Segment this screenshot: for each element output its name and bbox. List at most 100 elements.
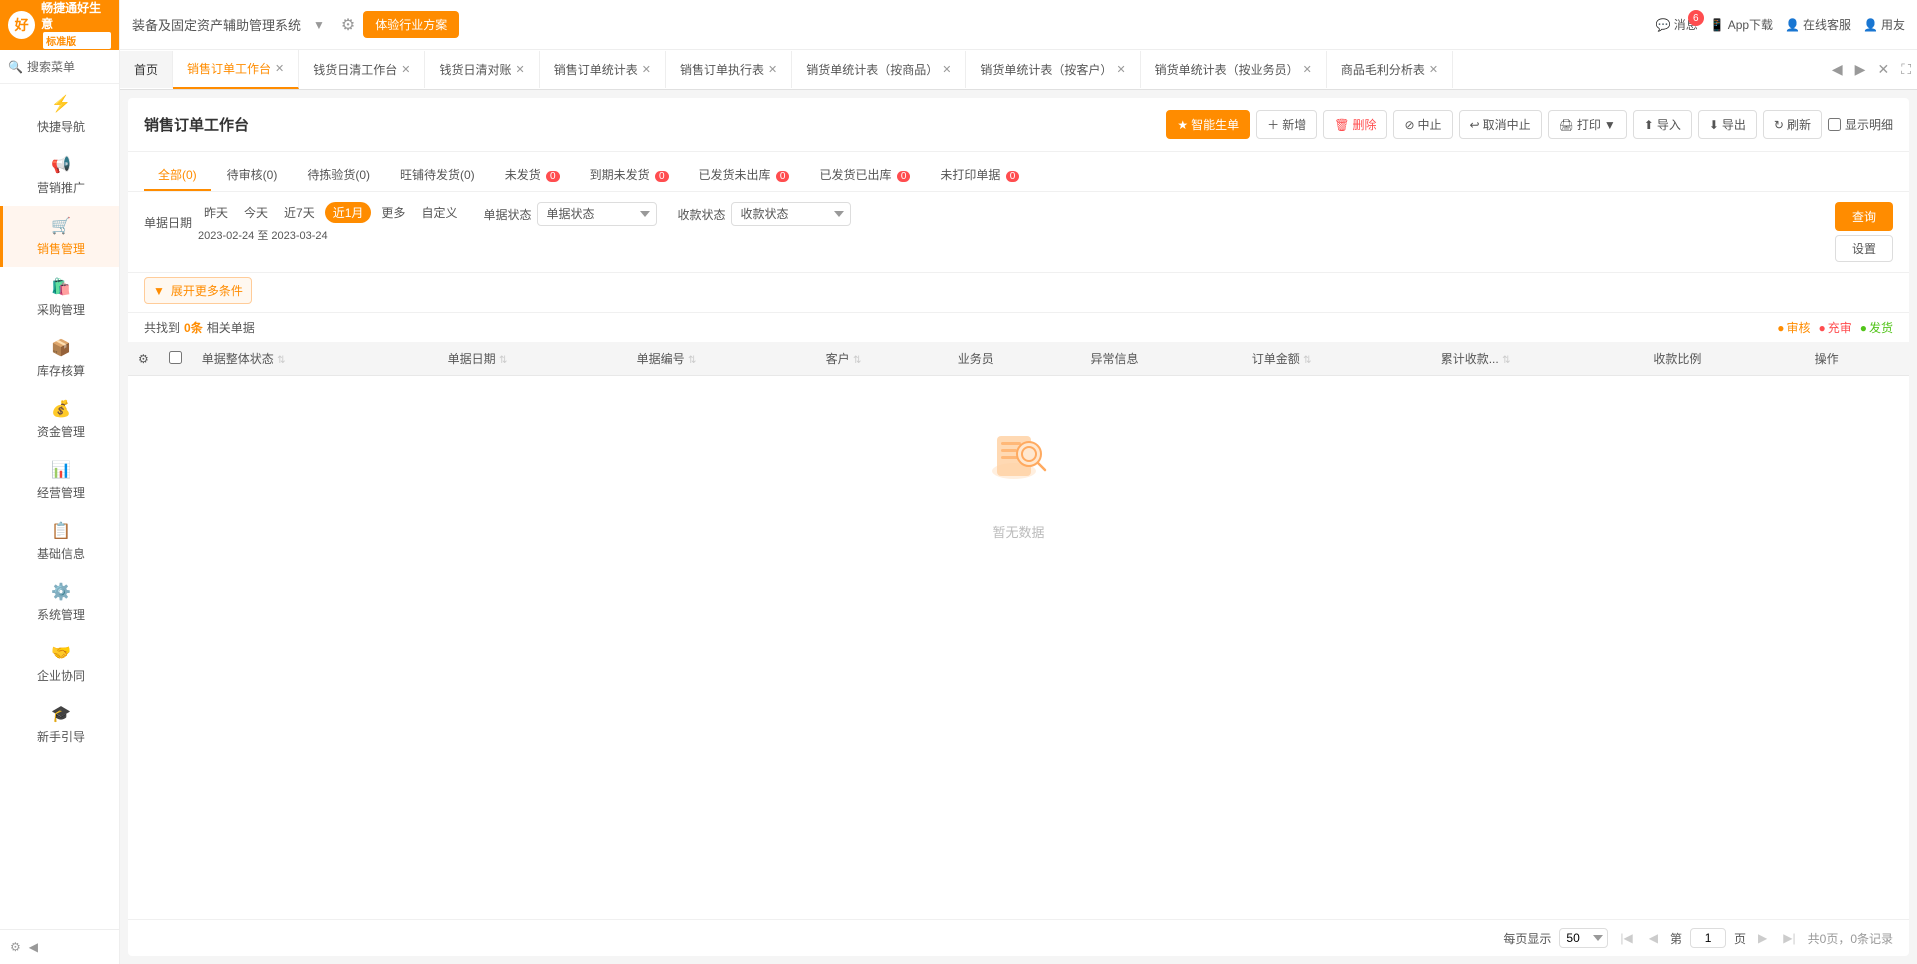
date-opt-custom[interactable]: 自定义 [415, 202, 463, 223]
th-customer[interactable]: 客户 [816, 342, 948, 376]
date-opt-yesterday[interactable]: 昨天 [198, 202, 234, 223]
th-amount[interactable]: 订单金额 [1242, 342, 1431, 376]
tab-close-icon[interactable]: ✕ [1303, 63, 1312, 76]
th-number[interactable]: 单据编号 [627, 342, 816, 376]
user-btn[interactable]: 👤 用友 [1863, 16, 1905, 33]
tab-close-icon[interactable]: ✕ [401, 63, 410, 76]
tab-close-icon[interactable]: ✕ [768, 63, 777, 76]
sidebar-item-basic[interactable]: 📋 基础信息 [0, 511, 119, 572]
tab-sales-stats[interactable]: 销售订单统计表 ✕ [540, 51, 666, 88]
collapse-icon[interactable]: ◀ [29, 940, 38, 954]
sub-tab-pending-review[interactable]: 待审核(0) [213, 160, 292, 191]
page-label: 第 [1670, 930, 1682, 947]
sidebar-item-system[interactable]: ⚙️ 系统管理 [0, 572, 119, 633]
tab-close-icon[interactable]: ✕ [642, 63, 651, 76]
payment-select[interactable]: 收款状态 [731, 202, 851, 226]
sidebar-item-marketing[interactable]: 📢 营销推广 [0, 145, 119, 206]
smart-btn[interactable]: ★ 智能生单 [1166, 110, 1250, 139]
ship-btn-label: 发货 [1869, 319, 1893, 336]
th-date[interactable]: 单据日期 [438, 342, 627, 376]
page-input[interactable] [1690, 928, 1726, 948]
tab-sales-exec[interactable]: 销售订单执行表 ✕ [666, 51, 792, 88]
marketing-icon: 📢 [51, 155, 71, 175]
sub-tab-not-printed[interactable]: 未打印单据 0 [926, 160, 1033, 191]
sidebar-item-finance[interactable]: 💰 资金管理 [0, 389, 119, 450]
th-collected[interactable]: 累计收款... [1431, 342, 1644, 376]
tab-cash-check[interactable]: 钱货日清对账 ✕ [425, 51, 539, 88]
tab-sales-summary-customer[interactable]: 销货单统计表（按客户） ✕ [966, 51, 1140, 88]
th-gear[interactable]: ⚙ [128, 342, 159, 376]
topbar-gear-icon[interactable]: ⚙ [341, 15, 355, 35]
status-select[interactable]: 单据状态 [537, 202, 657, 226]
tab-close-icon[interactable]: ✕ [275, 62, 284, 75]
tab-close-icon[interactable]: ✕ [1429, 63, 1438, 76]
ship-btn[interactable]: ● 发货 [1860, 319, 1893, 336]
th-checkbox[interactable] [159, 342, 192, 376]
sidebar-item-sales[interactable]: 🛒 销售管理 [0, 206, 119, 267]
tab-home[interactable]: 首页 [120, 51, 173, 88]
refresh-btn[interactable]: ↻ 刷新 [1763, 110, 1822, 139]
th-status[interactable]: 单据整体状态 [192, 342, 438, 376]
tab-sales-workbench[interactable]: 销售订单工作台 ✕ [173, 50, 299, 89]
page-size-select[interactable]: 20 50 100 [1559, 928, 1608, 948]
system-arrow-icon[interactable]: ▼ [313, 18, 325, 32]
tabs-prev-btn[interactable]: ◀ [1826, 53, 1849, 86]
cancel-stop-btn[interactable]: ↩ 取消中止 [1459, 110, 1542, 139]
tab-sales-summary-product[interactable]: 销货单统计表（按商品） ✕ [792, 51, 966, 88]
th-exception[interactable]: 异常信息 [1081, 342, 1242, 376]
cancel-btn[interactable]: ● 充审 [1818, 319, 1851, 336]
show-detail-checkbox[interactable] [1828, 118, 1841, 131]
th-ratio[interactable]: 收款比例 [1643, 342, 1804, 376]
settings-icon[interactable]: ⚙ [10, 940, 21, 954]
date-opt-7days[interactable]: 近7天 [278, 202, 321, 223]
th-staff[interactable]: 业务员 [948, 342, 1081, 376]
page-label-2: 页 [1734, 930, 1746, 947]
sidebar-item-purchase[interactable]: 🛍️ 采购管理 [0, 267, 119, 328]
last-page-btn[interactable]: ▶| [1779, 929, 1799, 947]
first-page-btn[interactable]: |◀ [1616, 929, 1636, 947]
tabs-close-all-btn[interactable]: ✕ [1871, 53, 1895, 86]
audit-btn[interactable]: ● 审核 [1777, 319, 1810, 336]
tab-gross-analysis[interactable]: 商品毛利分析表 ✕ [1327, 51, 1453, 88]
next-page-btn[interactable]: ▶ [1754, 929, 1771, 947]
sub-tab-overdue[interactable]: 到期未发货 0 [576, 160, 683, 191]
sub-tab-pending-inspect[interactable]: 待拣验货(0) [293, 160, 384, 191]
delete-btn[interactable]: 🗑 删除 [1323, 110, 1387, 139]
tabs-next-btn[interactable]: ▶ [1849, 53, 1872, 86]
industry-btn[interactable]: 体验行业方案 [363, 11, 459, 38]
print-btn[interactable]: 🖨 打印 ▼ [1548, 110, 1627, 139]
message-btn[interactable]: 💬 消息 6 [1656, 16, 1698, 33]
import-btn[interactable]: ⬆ 导入 [1633, 110, 1692, 139]
sidebar-item-quicknav[interactable]: ⚡ 快捷导航 [0, 84, 119, 145]
sidebar-item-inventory[interactable]: 📦 库存核算 [0, 328, 119, 389]
sub-tab-shipped-out[interactable]: 已发货已出库 0 [805, 160, 924, 191]
sub-tab-shipped-not-out[interactable]: 已发货未出库 0 [685, 160, 804, 191]
tab-daily-cash[interactable]: 钱货日清工作台 ✕ [299, 51, 425, 88]
sidebar-item-enterprise[interactable]: 🤝 企业协同 [0, 633, 119, 694]
app-download-btn[interactable]: 📱 App下载 [1710, 16, 1773, 33]
sub-tab-not-shipped[interactable]: 未发货 0 [491, 160, 574, 191]
tab-sales-summary-staff[interactable]: 销货单统计表（按业务员） ✕ [1141, 51, 1327, 88]
tab-close-icon[interactable]: ✕ [1116, 63, 1125, 76]
export-btn[interactable]: ⬇ 导出 [1698, 110, 1757, 139]
date-opt-more[interactable]: 更多 [375, 202, 411, 223]
sub-tab-all[interactable]: 全部(0) [144, 160, 211, 191]
tab-close-icon[interactable]: ✕ [516, 63, 525, 76]
online-service-btn[interactable]: 👤 在线客服 [1785, 16, 1851, 33]
query-btn[interactable]: 查询 [1835, 202, 1893, 231]
sidebar-search[interactable]: 🔍 搜索菜单 [0, 50, 119, 84]
stop-btn[interactable]: ⊘ 中止 [1393, 110, 1452, 139]
select-all-checkbox[interactable] [169, 351, 182, 364]
date-opt-1month[interactable]: 近1月 [325, 202, 372, 223]
sub-tab-wangpu[interactable]: 旺铺待发货(0) [386, 160, 489, 191]
prev-page-btn[interactable]: ◀ [1645, 929, 1662, 947]
setting-btn[interactable]: 设置 [1835, 235, 1893, 262]
show-detail-check[interactable]: 显示明细 [1828, 116, 1893, 133]
date-opt-today[interactable]: 今天 [238, 202, 274, 223]
expand-btn[interactable]: ▼ 展开更多条件 [144, 277, 252, 304]
add-btn[interactable]: ＋ 新增 [1256, 110, 1317, 139]
tab-close-icon[interactable]: ✕ [942, 63, 951, 76]
sidebar-item-operations[interactable]: 📊 经营管理 [0, 450, 119, 511]
sidebar-item-guide[interactable]: 🎓 新手引导 [0, 694, 119, 755]
tabs-maximize-btn[interactable]: ⛶ [1895, 53, 1917, 86]
